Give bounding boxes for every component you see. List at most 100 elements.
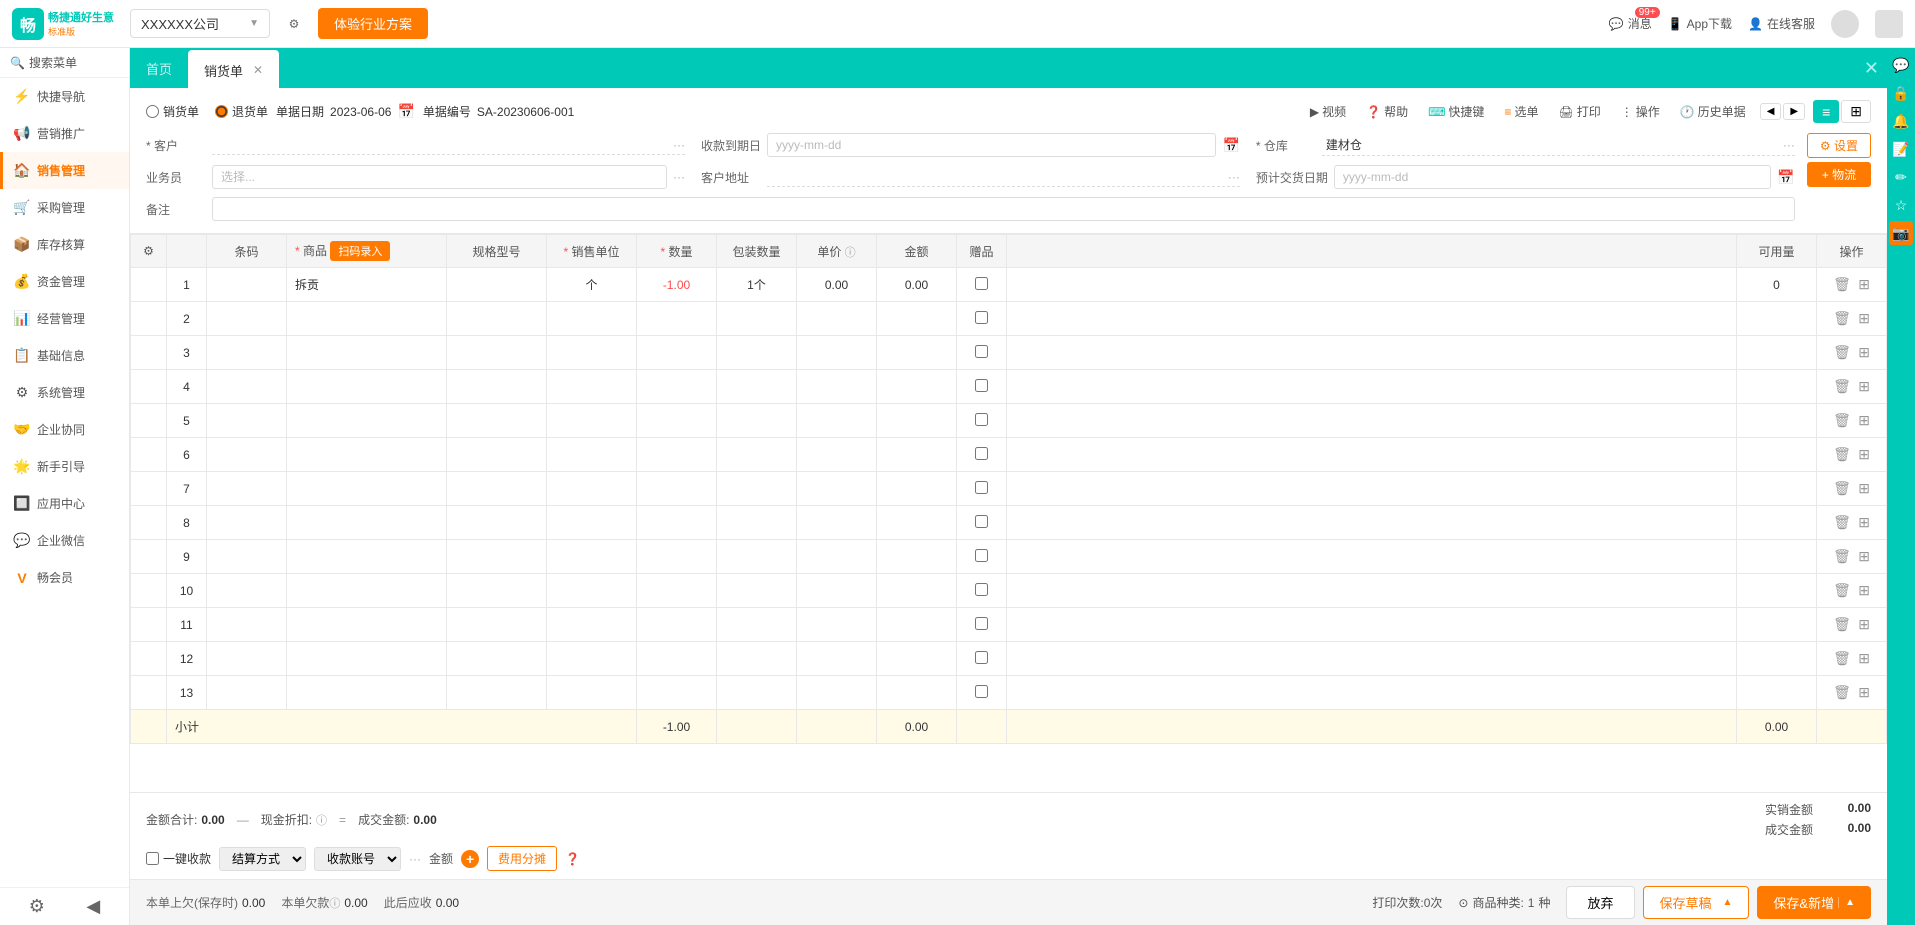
cell-price[interactable] <box>797 574 877 608</box>
cell-unit[interactable] <box>547 574 637 608</box>
shortcut-btn[interactable]: ⌨ 快捷键 <box>1422 101 1490 122</box>
cell-qty[interactable] <box>637 404 717 438</box>
cell-pkg[interactable] <box>717 438 797 472</box>
right-panel-edit-icon[interactable]: ✏ <box>1889 165 1913 189</box>
cell-qty[interactable]: -1.00 <box>637 268 717 302</box>
remark-input[interactable] <box>212 197 1795 221</box>
sidebar-collapse-btn[interactable]: ◀ <box>86 896 100 917</box>
sidebar-item-enterprise[interactable]: 🤝 企业协同 <box>0 411 129 448</box>
cell-product[interactable] <box>287 608 447 642</box>
cell-unit[interactable] <box>547 302 637 336</box>
gift-checkbox[interactable] <box>975 311 988 324</box>
payment-due-calendar-icon[interactable]: 📅 <box>1222 137 1239 154</box>
scan-btn[interactable]: 扫码录入 <box>330 241 390 261</box>
cell-spec[interactable] <box>447 336 547 370</box>
cell-amount[interactable] <box>877 540 957 574</box>
sidebar-item-newcomer[interactable]: 🌟 新手引导 <box>0 448 129 485</box>
sidebar-item-vip[interactable]: V 畅会员 <box>0 559 129 596</box>
video-btn[interactable]: ▶ 视频 <box>1304 101 1352 122</box>
copy-row-icon[interactable]: ⊞ <box>1858 446 1870 462</box>
cell-amount[interactable] <box>877 336 957 370</box>
copy-row-icon[interactable]: ⊞ <box>1858 582 1870 598</box>
next-btn[interactable]: ▶ <box>1783 103 1805 120</box>
delete-row-icon[interactable]: 🗑 <box>1833 412 1851 428</box>
company-selector[interactable]: XXXXXX公司 ▼ <box>130 9 270 38</box>
cell-qty[interactable] <box>637 506 717 540</box>
delete-row-icon[interactable]: 🗑 <box>1833 548 1851 564</box>
cell-gift[interactable] <box>957 404 1007 438</box>
cell-product[interactable] <box>287 336 447 370</box>
logistics-btn[interactable]: + 物流 <box>1807 162 1871 187</box>
delete-row-icon[interactable]: 🗑 <box>1833 446 1851 462</box>
sidebar-item-enterprise-wechat[interactable]: 💬 企业微信 <box>0 522 129 559</box>
delete-row-icon[interactable]: 🗑 <box>1833 582 1851 598</box>
cell-price[interactable] <box>797 302 877 336</box>
gift-checkbox[interactable] <box>975 447 988 460</box>
sidebar-item-basic-info[interactable]: 📋 基础信息 <box>0 337 129 374</box>
cell-spec[interactable] <box>447 608 547 642</box>
sidebar-item-app-center[interactable]: 🔲 应用中心 <box>0 485 129 522</box>
cell-spec[interactable] <box>447 404 547 438</box>
cell-spec[interactable] <box>447 540 547 574</box>
cell-qty[interactable] <box>637 472 717 506</box>
cell-barcode[interactable] <box>207 506 287 540</box>
cell-price[interactable] <box>797 608 877 642</box>
right-panel-lock-icon[interactable]: 🔒 <box>1889 81 1913 105</box>
cell-pkg[interactable] <box>717 540 797 574</box>
cell-gift[interactable] <box>957 438 1007 472</box>
cell-amount[interactable] <box>877 472 957 506</box>
cell-qty[interactable] <box>637 676 717 710</box>
cell-pkg[interactable] <box>717 370 797 404</box>
cell-gift[interactable] <box>957 506 1007 540</box>
cell-gift[interactable] <box>957 268 1007 302</box>
account-select[interactable]: 收款账号 <box>314 847 401 871</box>
cell-barcode[interactable] <box>207 608 287 642</box>
cell-unit[interactable] <box>547 608 637 642</box>
cell-price[interactable] <box>797 404 877 438</box>
sidebar-item-quick-nav[interactable]: ⚡ 快捷导航 <box>0 78 129 115</box>
delete-row-icon[interactable]: 🗑 <box>1833 480 1851 496</box>
cash-discount-info-icon[interactable]: ⓘ <box>316 812 327 828</box>
delete-row-icon[interactable]: 🗑 <box>1833 378 1851 394</box>
cell-amount[interactable] <box>877 438 957 472</box>
cell-barcode[interactable] <box>207 574 287 608</box>
radio-return-input[interactable] <box>215 105 228 118</box>
cell-pkg[interactable] <box>717 404 797 438</box>
cell-price[interactable] <box>797 540 877 574</box>
user-menu-btn[interactable] <box>1875 10 1903 38</box>
cell-barcode[interactable] <box>207 472 287 506</box>
cell-amount[interactable] <box>877 404 957 438</box>
cell-gift[interactable] <box>957 336 1007 370</box>
cell-gift[interactable] <box>957 370 1007 404</box>
settings-btn[interactable]: ⚙ 设置 <box>1807 133 1871 158</box>
right-panel-doc-icon[interactable]: 📝 <box>1889 137 1913 161</box>
cell-gift[interactable] <box>957 642 1007 676</box>
cell-unit[interactable] <box>547 506 637 540</box>
cell-unit[interactable] <box>547 404 637 438</box>
right-panel-bell-icon[interactable]: 🔔 <box>1889 109 1913 133</box>
sidebar-item-inventory[interactable]: 📦 库存核算 <box>0 226 129 263</box>
cell-barcode[interactable] <box>207 438 287 472</box>
gift-checkbox[interactable] <box>975 379 988 392</box>
cell-barcode[interactable] <box>207 302 287 336</box>
cell-product[interactable]: 拆贡 <box>287 268 447 302</box>
cell-qty[interactable] <box>637 302 717 336</box>
gift-checkbox[interactable] <box>975 583 988 596</box>
copy-row-icon[interactable]: ⊞ <box>1858 412 1870 428</box>
cell-price[interactable] <box>797 438 877 472</box>
cell-spec[interactable] <box>447 506 547 540</box>
cell-product[interactable] <box>287 540 447 574</box>
cell-gift[interactable] <box>957 540 1007 574</box>
delete-row-icon[interactable]: 🗑 <box>1833 616 1851 632</box>
radio-sale[interactable]: 销货单 <box>146 103 199 120</box>
cell-pkg[interactable] <box>717 302 797 336</box>
cell-price[interactable]: 0.00 <box>797 268 877 302</box>
cell-amount[interactable] <box>877 370 957 404</box>
cell-qty[interactable] <box>637 608 717 642</box>
delete-row-icon[interactable]: 🗑 <box>1833 514 1851 530</box>
cell-pkg[interactable]: 1个 <box>717 268 797 302</box>
cell-spec[interactable] <box>447 302 547 336</box>
list-view-btn[interactable]: ≡ <box>1813 100 1839 123</box>
help-btn[interactable]: ❓ 帮助 <box>1360 101 1414 122</box>
cell-pkg[interactable] <box>717 472 797 506</box>
